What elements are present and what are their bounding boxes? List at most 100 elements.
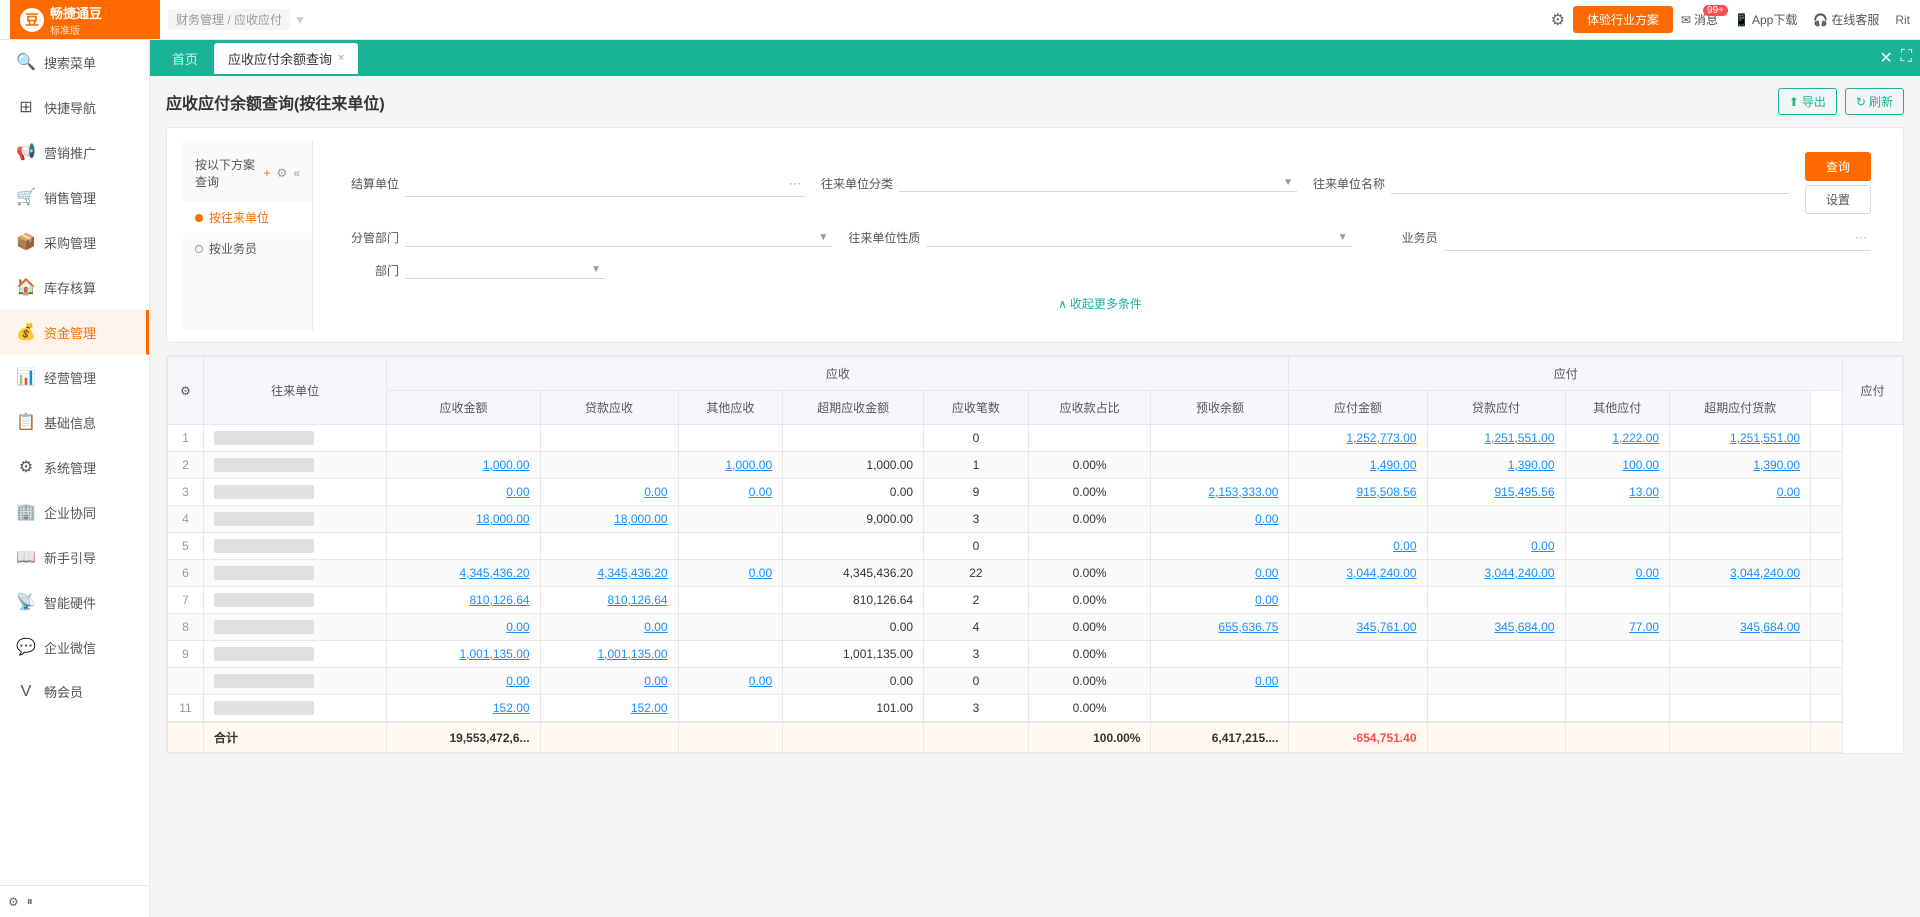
solution-button[interactable]: 体验行业方案 [1573, 6, 1673, 33]
sidebar-item-marketing[interactable]: 📢 营销推广 [0, 130, 149, 175]
cell-receivable-amount[interactable]: 0.00 [387, 479, 540, 506]
cell-other-payable[interactable]: 1,222.00 [1565, 425, 1670, 452]
search-back-icon[interactable]: « [293, 166, 300, 180]
cell-advance[interactable]: 0.00 [1151, 560, 1289, 587]
cell-other-payable[interactable]: 0.00 [1565, 560, 1670, 587]
sidebar-item-finance[interactable]: 💰 资金管理 [0, 310, 149, 355]
cell-overdue-payable[interactable]: 3,044,240.00 [1670, 560, 1811, 587]
cell-loan-receivable[interactable]: 810,126.64 [540, 587, 678, 614]
app-download-button[interactable]: 📱 App下载 [1734, 11, 1797, 28]
user-info[interactable]: Rit [1895, 13, 1910, 27]
cell-receivable-amount[interactable]: 1,000.00 [387, 452, 540, 479]
tab-receivable[interactable]: 应收应付余额查询 × [214, 43, 358, 74]
cell-loan-payable[interactable]: 0.00 [1427, 533, 1565, 560]
cell-loan-receivable[interactable]: 0.00 [540, 479, 678, 506]
sidebar-item-inventory[interactable]: 🏠 库存核算 [0, 265, 149, 310]
sidebar-item-management[interactable]: 📊 经营管理 [0, 355, 149, 400]
sidebar-item-hardware[interactable]: 📡 智能硬件 [0, 580, 149, 625]
salesperson-dots-icon[interactable]: ··· [1855, 230, 1867, 244]
tab-close-all-icon[interactable]: ✕ [1879, 48, 1892, 68]
cell-receivable-amount[interactable]: 0.00 [387, 668, 540, 695]
sidebar-item-purchase[interactable]: 📦 采购管理 [0, 220, 149, 265]
query-button[interactable]: 查询 [1805, 152, 1871, 181]
sidebar-item-search[interactable]: 🔍 搜索菜单 [0, 40, 149, 85]
cell-advance[interactable]: 2,153,333.00 [1151, 479, 1289, 506]
cell-payable-amount[interactable]: 1,252,773.00 [1289, 425, 1427, 452]
select-management-dept[interactable]: ▼ [405, 229, 832, 247]
cell-loan-receivable[interactable]: 4,345,436.20 [540, 560, 678, 587]
cell-receivable-amount[interactable]: 810,126.64 [387, 587, 540, 614]
settlement-dots-icon[interactable]: ··· [789, 176, 801, 190]
cell-advance[interactable]: 0.00 [1151, 668, 1289, 695]
cell-loan-payable[interactable]: 3,044,240.00 [1427, 560, 1565, 587]
cell-other-payable[interactable]: 13.00 [1565, 479, 1670, 506]
cell-other-payable[interactable]: 100.00 [1565, 452, 1670, 479]
settings-button[interactable]: 设置 [1805, 185, 1871, 214]
cell-payable-amount[interactable]: 345,761.00 [1289, 614, 1427, 641]
search-settings-icon[interactable]: ⚙ [277, 166, 288, 180]
cell-payable-amount[interactable]: 0.00 [1289, 533, 1427, 560]
sidebar-label-system: 系统管理 [44, 458, 96, 477]
online-service-button[interactable]: 🎧 在线客服 [1813, 11, 1879, 28]
export-button[interactable]: ⬆ 导出 [1778, 88, 1837, 115]
input-settlement-unit[interactable] [409, 173, 785, 193]
cell-payable-amount[interactable]: 915,508.56 [1289, 479, 1427, 506]
cell-other-receivable[interactable]: 1,000.00 [678, 452, 783, 479]
sidebar-label-guide: 新手引导 [44, 548, 96, 567]
sidebar-item-quicknav[interactable]: ⊞ 快捷导航 [0, 85, 149, 130]
cell-loan-payable[interactable]: 1,251,551.00 [1427, 425, 1565, 452]
th-settings[interactable]: ⚙ [168, 357, 204, 425]
sidebar-settings-icon[interactable]: ⚙ [8, 895, 19, 909]
sidebar-item-basic[interactable]: 📋 基础信息 [0, 400, 149, 445]
cell-advance[interactable]: 0.00 [1151, 506, 1289, 533]
cell-advance[interactable]: 655,636.75 [1151, 614, 1289, 641]
cell-receivable-amount[interactable]: 4,345,436.20 [387, 560, 540, 587]
refresh-button[interactable]: ↻ 刷新 [1845, 88, 1904, 115]
cell-loan-receivable[interactable]: 1,001,135.00 [540, 641, 678, 668]
select-department[interactable]: ▼ [405, 261, 605, 279]
cell-loan-receivable[interactable]: 18,000.00 [540, 506, 678, 533]
cell-payable-amount[interactable]: 3,044,240.00 [1289, 560, 1427, 587]
input-partner-name[interactable] [1391, 173, 1789, 194]
sidebar-collapse-icon[interactable]: ⏸ [27, 894, 33, 909]
cell-loan-receivable[interactable]: 0.00 [540, 614, 678, 641]
cell-other-payable[interactable]: 77.00 [1565, 614, 1670, 641]
cell-overdue-payable[interactable]: 1,251,551.00 [1670, 425, 1811, 452]
select-partner-nature[interactable]: ▼ [926, 229, 1351, 247]
cell-loan-payable[interactable]: 915,495.56 [1427, 479, 1565, 506]
sidebar-item-enterprise[interactable]: 🏢 企业协同 [0, 490, 149, 535]
tab-close-icon[interactable]: × [338, 52, 344, 64]
select-partner-category[interactable]: ▼ [899, 174, 1297, 192]
sidebar-item-vip[interactable]: V 畅会员 [0, 670, 149, 714]
input-salesperson[interactable] [1448, 227, 1851, 247]
sidebar-item-sales[interactable]: 🛒 销售管理 [0, 175, 149, 220]
sidebar-item-wechat[interactable]: 💬 企业微信 [0, 625, 149, 670]
cell-other-receivable[interactable]: 0.00 [678, 668, 783, 695]
cell-other-receivable[interactable]: 0.00 [678, 479, 783, 506]
search-nav-item-salesperson[interactable]: 按业务员 [183, 233, 312, 264]
cell-receivable-amount[interactable]: 0.00 [387, 614, 540, 641]
cell-receivable-amount[interactable]: 1,001,135.00 [387, 641, 540, 668]
messages-button[interactable]: ✉ 消息 99+ [1681, 11, 1718, 28]
sidebar-item-guide[interactable]: 📖 新手引导 [0, 535, 149, 580]
cell-overdue-payable[interactable]: 0.00 [1670, 479, 1811, 506]
cell-loan-payable[interactable]: 345,684.00 [1427, 614, 1565, 641]
sidebar-item-system[interactable]: ⚙ 系统管理 [0, 445, 149, 490]
search-add-icon[interactable]: + [264, 166, 271, 180]
cell-loan-payable[interactable]: 1,390.00 [1427, 452, 1565, 479]
cell-overdue-payable[interactable]: 1,390.00 [1670, 452, 1811, 479]
cell-loan-receivable[interactable]: 0.00 [540, 668, 678, 695]
search-nav-item-partner[interactable]: 按往来单位 [183, 202, 312, 233]
tab-fullscreen-icon[interactable]: ⛶ [1901, 48, 1912, 68]
cell-receivable-amount[interactable]: 152.00 [387, 695, 540, 723]
collapse-button[interactable]: ∧ 收起更多条件 [329, 289, 1871, 318]
cell-payable-amount[interactable]: 1,490.00 [1289, 452, 1427, 479]
cell-loan-receivable[interactable]: 152.00 [540, 695, 678, 723]
cell-other-receivable[interactable]: 0.00 [678, 560, 783, 587]
cell-receivable-amount[interactable]: 18,000.00 [387, 506, 540, 533]
table-settings-icon[interactable]: ⚙ [180, 384, 191, 398]
settings-icon[interactable]: ⚙ [1551, 10, 1565, 30]
cell-advance[interactable]: 0.00 [1151, 587, 1289, 614]
cell-overdue-payable[interactable]: 345,684.00 [1670, 614, 1811, 641]
tab-home[interactable]: 首页 [158, 43, 212, 74]
